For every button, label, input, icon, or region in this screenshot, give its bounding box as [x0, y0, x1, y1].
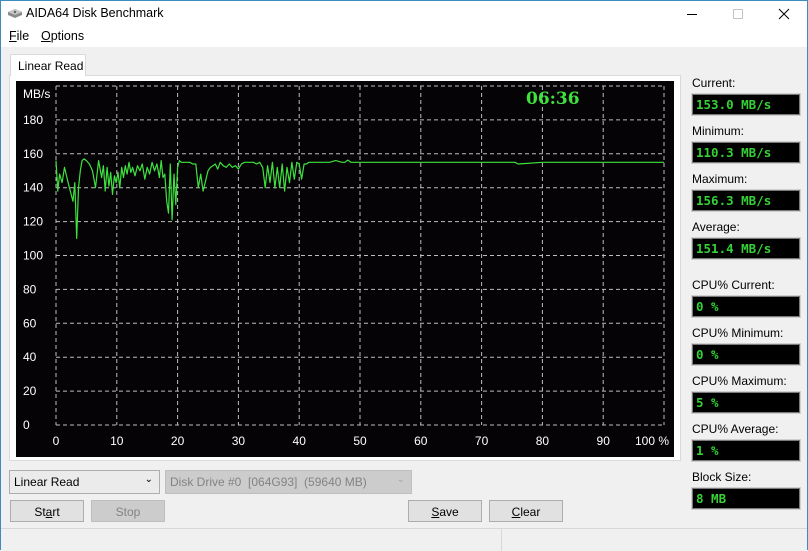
- y-axis-unit-label: MB/s: [23, 87, 50, 101]
- y-tick-label: 20: [23, 384, 37, 398]
- close-button[interactable]: [761, 1, 807, 27]
- y-tick-label: 100: [23, 249, 43, 263]
- menu-file-accel: F: [9, 29, 17, 43]
- y-tick-labels: 0 20 40 60 80 100 120 140 160 180: [23, 113, 43, 432]
- menu-file[interactable]: File: [9, 29, 29, 43]
- x-tick-label: 100 %: [635, 434, 669, 448]
- clear-label-rest: lear: [520, 505, 541, 519]
- block-size-value: 8 MB: [691, 487, 801, 510]
- disk-icon: [8, 9, 22, 18]
- chevron-down-icon: ⌄: [396, 474, 405, 485]
- menu-options-accel: O: [41, 29, 51, 43]
- cpu-average-value: 1 %: [691, 439, 801, 462]
- menu-bar: File Options: [1, 27, 807, 47]
- y-tick-label: 160: [23, 147, 43, 161]
- x-tick-label: 0: [53, 434, 60, 448]
- drive-value: Disk Drive #0 [064G93] (59640 MB): [170, 475, 367, 489]
- average-label: Average:: [692, 220, 740, 234]
- x-tick-labels: 0 10 20 30 40 50 60 70 80 90 100 %: [53, 434, 670, 448]
- x-tick-label: 30: [232, 434, 246, 448]
- chart-svg: MB/s 0 20 40 60 80 100 120 140 160 180 0 10 20 30 40 5…: [23, 85, 670, 448]
- cpu-minimum-label: CPU% Minimum:: [692, 326, 784, 340]
- status-bar: [1, 528, 807, 551]
- benchmark-chart: MB/s 0 20 40 60 80 100 120 140 160 180 0 10 20 30 40 5…: [16, 81, 674, 457]
- y-tick-label: 0: [23, 418, 30, 432]
- drive-select[interactable]: Disk Drive #0 [064G93] (59640 MB) ⌄: [165, 470, 412, 494]
- cpu-current-label: CPU% Current:: [692, 278, 775, 292]
- minimize-icon: [687, 14, 697, 15]
- minimum-label: Minimum:: [692, 124, 745, 138]
- status-separator: [501, 529, 502, 551]
- x-tick-label: 40: [293, 434, 307, 448]
- maximize-button[interactable]: [715, 1, 761, 27]
- save-button[interactable]: Save: [408, 500, 482, 522]
- test-mode-select[interactable]: Linear Read ⌄: [9, 470, 160, 494]
- tab-linear-read[interactable]: Linear Read: [10, 54, 86, 76]
- y-tick-label: 120: [23, 215, 43, 229]
- save-label-rest: ave: [439, 505, 459, 519]
- maximum-value: 156.3 MB/s: [691, 189, 801, 212]
- start-label-b: rt: [52, 505, 60, 519]
- x-tick-label: 80: [536, 434, 550, 448]
- title-bar[interactable]: AIDA64 Disk Benchmark: [1, 1, 807, 27]
- clear-button[interactable]: Clear: [489, 500, 563, 522]
- x-tick-label: 60: [414, 434, 428, 448]
- grid-lines: [55, 85, 665, 426]
- minimize-button[interactable]: [669, 1, 715, 27]
- cpu-minimum-value: 0 %: [691, 343, 801, 366]
- start-button[interactable]: Start: [10, 500, 84, 522]
- cpu-maximum-label: CPU% Maximum:: [692, 374, 787, 388]
- maximum-label: Maximum:: [692, 172, 748, 186]
- close-icon: [778, 8, 790, 20]
- start-label-a: St: [34, 505, 46, 519]
- y-tick-label: 140: [23, 181, 43, 195]
- x-tick-label: 10: [110, 434, 124, 448]
- x-tick-label: 70: [475, 434, 489, 448]
- window-title: AIDA64 Disk Benchmark: [26, 6, 164, 20]
- elapsed-time: 06:36: [526, 89, 580, 109]
- block-size-label: Block Size:: [692, 470, 752, 484]
- cpu-current-value: 0 %: [691, 295, 801, 318]
- x-tick-label: 20: [171, 434, 185, 448]
- x-tick-label: 50: [353, 434, 367, 448]
- test-mode-value: Linear Read: [14, 475, 80, 489]
- current-value: 153.0 MB/s: [691, 93, 801, 116]
- current-label: Current:: [692, 76, 736, 90]
- y-tick-label: 180: [23, 113, 43, 127]
- cpu-maximum-value: 5 %: [691, 391, 801, 414]
- maximize-icon: [733, 9, 743, 19]
- x-tick-label: 90: [597, 434, 611, 448]
- stop-button[interactable]: Stop: [91, 500, 165, 522]
- chevron-down-icon: ⌄: [144, 474, 153, 485]
- minimum-value: 110.3 MB/s: [691, 141, 801, 164]
- average-value: 151.4 MB/s: [691, 237, 801, 260]
- menu-options[interactable]: Options: [41, 29, 84, 43]
- app-window: AIDA64 Disk Benchmark File Options Linea…: [0, 0, 808, 551]
- menu-options-label: ptions: [50, 29, 85, 43]
- cpu-average-label: CPU% Average:: [692, 422, 779, 436]
- menu-file-label: ile: [16, 29, 30, 43]
- y-tick-label: 40: [23, 350, 37, 364]
- y-tick-label: 80: [23, 282, 37, 296]
- y-tick-label: 60: [23, 316, 37, 330]
